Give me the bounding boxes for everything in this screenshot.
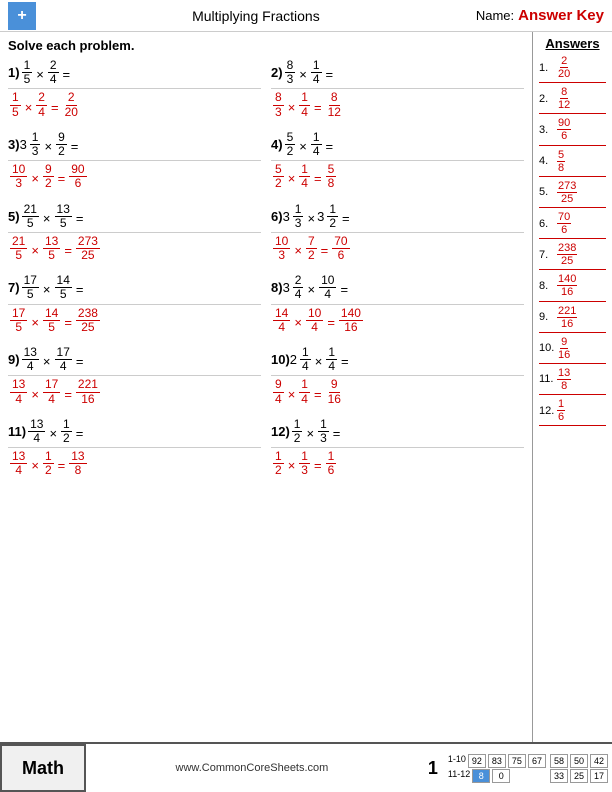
problem-10-question: 10) 2 14 × 14 = [271,346,524,373]
problem-7-question: 7) 175 × 145 = [8,274,261,301]
answers-title: Answers [539,36,606,51]
answer-item-9: 9. 221 16 [539,305,606,333]
problem-6-solution: 103 × 72 = 706 [271,232,524,262]
problem-6-question: 6) 3 13 × 3 12 = [271,203,524,230]
problem-9: 9) 134 × 174 = 134 × 174 = 22116 [8,346,261,406]
frac-1-5: 15 [22,59,33,86]
problem-2-solution: 83 × 14 = 812 [271,88,524,118]
problem-1-solution: 15 × 24 = 220 [8,88,261,118]
footer-extra-stats: 58 50 42 33 25 17 [550,744,612,792]
stats-row-1: 1-10 92 83 75 67 [448,754,546,768]
problem-1: 1) 15 × 24 = 15 × 24 = 220 [8,59,261,119]
answer-item-3: 3. 90 6 [539,117,606,145]
problem-7: 7) 175 × 145 = 175 × 145 = 23825 [8,274,261,334]
problems-area: Solve each problem. 1) 15 × 24 = 15 × 24… [0,32,532,742]
problem-8-question: 8) 3 24 × 104 = [271,274,524,301]
logo-icon: + [8,2,36,30]
problem-11-question: 11) 134 × 12 = [8,418,261,445]
page-header: + Multiplying Fractions Name: Answer Key [0,0,612,32]
footer-page-number: 1 [418,744,448,792]
page-footer: Math www.CommonCoreSheets.com 1 1-10 92 … [0,742,612,792]
problem-2-question: 2) 83 × 14 = [271,59,524,86]
answers-list: 1. 2 20 2. 8 12 3. 90 6 4. 5 8 5. 273 25… [539,55,606,426]
answer-key-label: Answer Key [518,7,604,24]
problem-3-question: 3) 3 13 × 92 = [8,131,261,158]
answer-item-1: 1. 2 20 [539,55,606,83]
answer-item-4: 4. 5 8 [539,149,606,177]
math-label: Math [22,758,64,779]
math-label-box: Math [0,744,86,792]
main-content: Solve each problem. 1) 15 × 24 = 15 × 24… [0,32,612,742]
problem-12: 12) 12 × 13 = 12 × 13 = 16 [271,418,524,478]
problem-4-solution: 52 × 14 = 58 [271,160,524,190]
problem-1-question: 1) 15 × 24 = [8,59,261,86]
footer-url: www.CommonCoreSheets.com [86,744,418,792]
problems-grid: 1) 15 × 24 = 15 × 24 = 220 2) 83 [8,59,524,488]
problem-11: 11) 134 × 12 = 134 × 12 = 138 [8,418,261,478]
footer-stats: 1-10 92 83 75 67 11-12 8 0 [448,744,550,792]
answer-column: Answers 1. 2 20 2. 8 12 3. 90 6 4. 5 8 5… [532,32,612,742]
problem-3: 3) 3 13 × 92 = 103 × 92 = 906 [8,131,261,191]
answer-item-10: 10. 9 16 [539,336,606,364]
answer-item-6: 6. 70 6 [539,211,606,239]
problem-4-question: 4) 52 × 14 = [271,131,524,158]
problem-8: 8) 3 24 × 104 = 144 × 104 = 14016 [271,274,524,334]
problem-11-solution: 134 × 12 = 138 [8,447,261,477]
answer-item-11: 11. 13 8 [539,367,606,395]
problem-10: 10) 2 14 × 14 = 94 × 14 = 916 [271,346,524,406]
problem-6: 6) 3 13 × 3 12 = 103 × 72 = 706 [271,203,524,263]
problem-3-solution: 103 × 92 = 906 [8,160,261,190]
problem-5-question: 5) 215 × 135 = [8,203,261,230]
page-title: Multiplying Fractions [36,8,476,24]
name-section: Name: Answer Key [476,7,604,24]
answer-item-5: 5. 273 25 [539,180,606,208]
problem-10-solution: 94 × 14 = 916 [271,375,524,405]
problem-12-question: 12) 12 × 13 = [271,418,524,445]
problem-5: 5) 215 × 135 = 215 × 135 = 27325 [8,203,261,263]
problem-12-solution: 12 × 13 = 16 [271,447,524,477]
answer-item-12: 12. 1 6 [539,398,606,426]
answer-item-2: 2. 8 12 [539,86,606,114]
answer-item-7: 7. 238 25 [539,242,606,270]
answer-item-8: 8. 140 16 [539,273,606,301]
frac-2-4: 24 [48,59,59,86]
problem-9-solution: 134 × 174 = 22116 [8,375,261,405]
stats-row-2: 11-12 8 0 [448,769,546,783]
problem-8-solution: 144 × 104 = 14016 [271,304,524,334]
problem-4: 4) 52 × 14 = 52 × 14 = 58 [271,131,524,191]
problem-2: 2) 83 × 14 = 83 × 14 = 812 [271,59,524,119]
problem-7-solution: 175 × 145 = 23825 [8,304,261,334]
problem-5-solution: 215 × 135 = 27325 [8,232,261,262]
instruction: Solve each problem. [8,38,524,53]
problem-9-question: 9) 134 × 174 = [8,346,261,373]
